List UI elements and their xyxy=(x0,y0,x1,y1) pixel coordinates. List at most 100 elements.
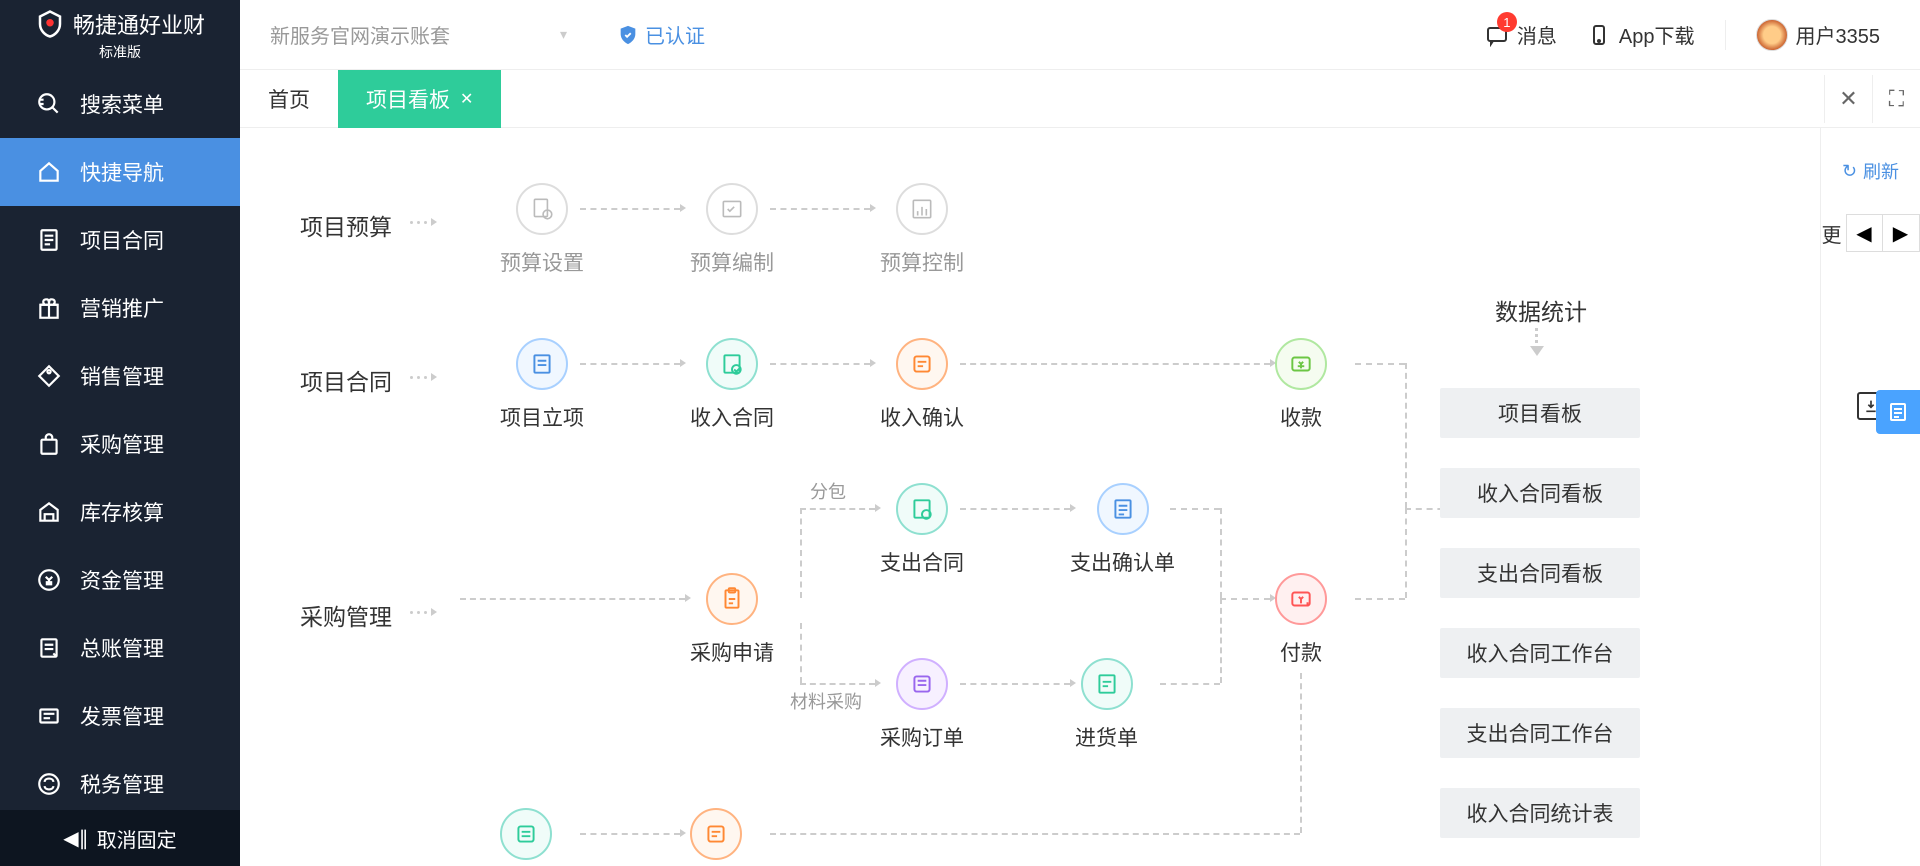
tab-label: 首页 xyxy=(268,84,310,114)
app-download-button[interactable]: App下载 xyxy=(1587,20,1695,49)
refresh-label: 刷新 xyxy=(1863,158,1899,184)
node-label: 付款 xyxy=(1280,637,1322,667)
row-label-budget: 项目预算 xyxy=(300,208,392,242)
node-label: 收入确认 xyxy=(880,402,964,432)
sidebar-label: 税务管理 xyxy=(80,769,164,799)
inbound-icon xyxy=(1094,671,1120,697)
messages-button[interactable]: 1 消息 xyxy=(1485,20,1557,49)
sidebar-item-inventory[interactable]: 库存核算 xyxy=(0,478,240,546)
sidebar-item-invoice[interactable]: 发票管理 xyxy=(0,682,240,750)
stat-btn-expense-dashboard[interactable]: 支出合同看板 xyxy=(1440,548,1640,598)
account-selector[interactable]: 新服务官网演示账套 ▾ xyxy=(270,20,567,49)
sidebar-label: 发票管理 xyxy=(80,701,164,731)
logo-icon xyxy=(35,9,65,39)
doc-icon xyxy=(513,821,539,847)
row-label-purchase: 采购管理 xyxy=(300,598,392,632)
float-action-button[interactable] xyxy=(1876,390,1920,434)
doc-icon xyxy=(703,821,729,847)
control-icon xyxy=(909,196,935,222)
verified-label: 已认证 xyxy=(645,20,705,49)
tab-project-dashboard[interactable]: 项目看板 ✕ xyxy=(338,70,501,128)
chevron-down-icon: ▾ xyxy=(560,26,567,43)
node-label: 支出合同 xyxy=(880,547,964,577)
node-inbound[interactable]: 进货单 xyxy=(1075,658,1138,752)
node-bottom-1[interactable] xyxy=(500,808,552,860)
sidebar-item-sales[interactable]: 销售管理 xyxy=(0,342,240,410)
stat-label: 项目看板 xyxy=(1498,398,1582,428)
ledger-icon xyxy=(36,635,62,661)
unpin-button[interactable]: ◀∥ 取消固定 xyxy=(0,810,240,866)
sidebar-item-ledger[interactable]: 总账管理 xyxy=(0,614,240,682)
logo: 畅捷通好业财 标准版 xyxy=(0,0,240,70)
sidebar-label: 项目合同 xyxy=(80,225,164,255)
node-bottom-2[interactable] xyxy=(690,808,742,860)
node-purchase-order[interactable]: 采购订单 xyxy=(880,658,964,752)
node-expense-confirm[interactable]: 支出确认单 xyxy=(1070,483,1175,577)
edition-label: 标准版 xyxy=(99,42,141,62)
stat-btn-expense-workbench[interactable]: 支出合同工作台 xyxy=(1440,708,1640,758)
sidebar-item-funds[interactable]: 资金管理 xyxy=(0,546,240,614)
confirm-icon xyxy=(909,351,935,377)
unpin-icon: ◀∥ xyxy=(63,826,88,851)
project-icon xyxy=(529,351,555,377)
sidebar-label: 营销推广 xyxy=(80,293,164,323)
topbar: 畅捷通好业财 标准版 新服务官网演示账套 ▾ 已认证 1 消息 App下载 用户… xyxy=(0,0,1920,70)
node-budget-settings[interactable]: 预算设置 xyxy=(500,183,584,277)
document-icon xyxy=(36,227,62,253)
stat-label: 支出合同工作台 xyxy=(1467,718,1614,748)
sidebar-item-tax[interactable]: 税务管理 xyxy=(0,750,240,810)
close-icon[interactable]: ✕ xyxy=(460,89,473,109)
receive-icon xyxy=(1288,351,1314,377)
sidebar-item-contract[interactable]: 项目合同 xyxy=(0,206,240,274)
branch-subcontract: 分包 xyxy=(810,478,846,504)
sidebar-label: 搜索菜单 xyxy=(80,89,164,119)
money-icon xyxy=(36,567,62,593)
node-payment[interactable]: 付款 xyxy=(1275,573,1327,667)
tab-home[interactable]: 首页 xyxy=(240,70,338,128)
refresh-button[interactable]: ↻ 刷新 xyxy=(1842,158,1899,184)
gift-icon xyxy=(36,295,62,321)
stat-btn-income-workbench[interactable]: 收入合同工作台 xyxy=(1440,628,1640,678)
payment-icon xyxy=(1288,586,1314,612)
branch-material: 材料采购 xyxy=(790,688,862,714)
node-budget-compile[interactable]: 预算编制 xyxy=(690,183,774,277)
search-icon xyxy=(36,91,62,117)
nav-prev[interactable]: ◀ xyxy=(1847,215,1883,251)
invoice-icon xyxy=(36,703,62,729)
sidebar-label: 总账管理 xyxy=(80,633,164,663)
sidebar: 搜索菜单 快捷导航 项目合同 营销推广 销售管理 采购管理 库存核算 资金管理 xyxy=(0,70,240,866)
node-receive[interactable]: 收款 xyxy=(1275,338,1327,432)
node-label: 进货单 xyxy=(1075,722,1138,752)
stat-btn-income-report[interactable]: 收入合同统计表 xyxy=(1440,788,1640,838)
expense-contract-icon xyxy=(909,496,935,522)
node-label: 收款 xyxy=(1280,402,1322,432)
node-income-contract[interactable]: 收入合同 xyxy=(690,338,774,432)
right-panel: ↻ 刷新 更 ◀ ▶ xyxy=(1820,128,1920,866)
node-expense-contract[interactable]: 支出合同 xyxy=(880,483,964,577)
node-income-confirm[interactable]: 收入确认 xyxy=(880,338,964,432)
sidebar-item-search[interactable]: 搜索菜单 xyxy=(0,70,240,138)
refresh-icon: ↻ xyxy=(1842,161,1857,182)
sidebar-item-purchase[interactable]: 采购管理 xyxy=(0,410,240,478)
node-project-setup[interactable]: 项目立项 xyxy=(500,338,584,432)
node-purchase-apply[interactable]: 采购申请 xyxy=(690,573,774,667)
edit-doc-icon xyxy=(719,196,745,222)
node-label: 收入合同 xyxy=(690,402,774,432)
arrow-down-icon xyxy=(1530,346,1544,356)
tabs-bar: 首页 项目看板 ✕ ✕ ⛶ xyxy=(240,70,1920,128)
clipboard-icon xyxy=(719,586,745,612)
stat-btn-income-dashboard[interactable]: 收入合同看板 xyxy=(1440,468,1640,518)
sidebar-item-marketing[interactable]: 营销推广 xyxy=(0,274,240,342)
verified-badge: 已认证 xyxy=(617,20,705,49)
nav-next[interactable]: ▶ xyxy=(1883,215,1919,251)
sidebar-item-quicknav[interactable]: 快捷导航 xyxy=(0,138,240,206)
node-budget-control[interactable]: 预算控制 xyxy=(880,183,964,277)
unpin-label: 取消固定 xyxy=(97,824,177,853)
stat-btn-project-dashboard[interactable]: 项目看板 xyxy=(1440,388,1640,438)
close-all-tabs[interactable]: ✕ xyxy=(1824,75,1872,123)
divider xyxy=(1725,20,1726,50)
shield-icon xyxy=(617,24,639,46)
fullscreen-button[interactable]: ⛶ xyxy=(1872,75,1920,123)
note-icon xyxy=(1886,400,1910,424)
user-menu[interactable]: 用户3355 xyxy=(1756,19,1881,51)
